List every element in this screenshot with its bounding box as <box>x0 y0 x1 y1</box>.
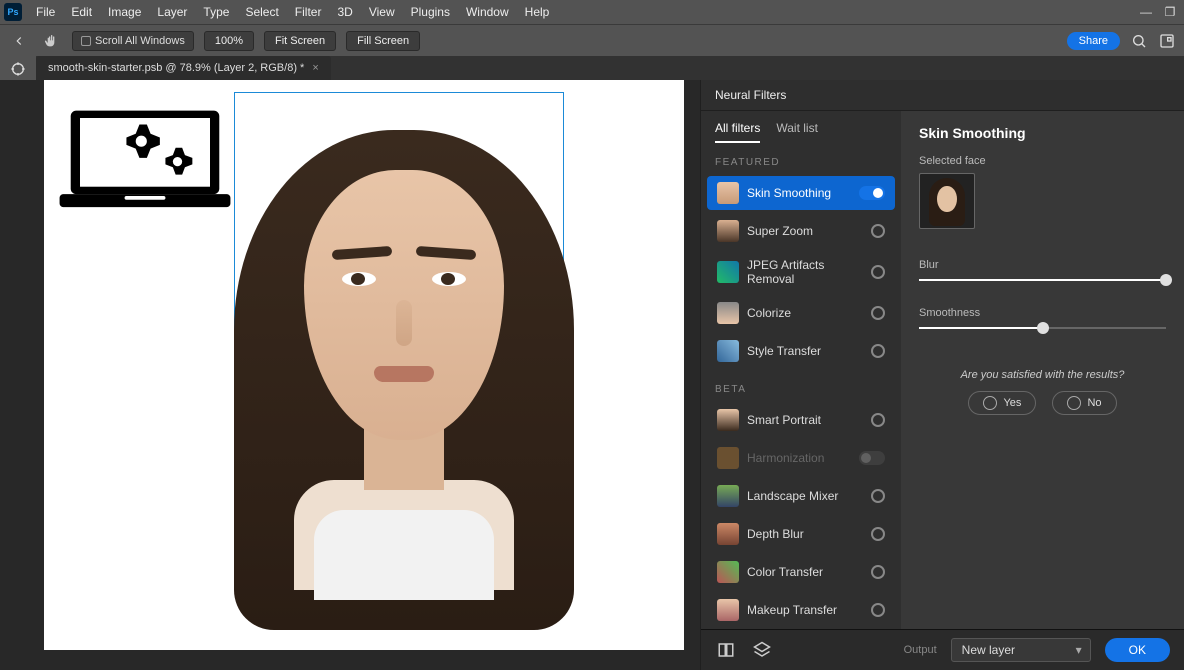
filter-harmonization[interactable]: Harmonization <box>707 441 895 475</box>
document-tab-bar: smooth-skin-starter.psb @ 78.9% (Layer 2… <box>0 56 1184 80</box>
scroll-all-windows-checkbox[interactable]: Scroll All Windows <box>72 31 194 51</box>
settings-title: Skin Smoothing <box>919 125 1166 141</box>
preview-toggle-icon[interactable] <box>715 639 737 661</box>
smoothness-label: Smoothness <box>919 307 1166 319</box>
filter-label: Landscape Mixer <box>747 489 863 503</box>
filter-label: Depth Blur <box>747 527 863 541</box>
filter-label: Colorize <box>747 306 863 320</box>
section-featured: FEATURED <box>701 143 901 174</box>
menu-filter[interactable]: Filter <box>287 5 330 19</box>
toggle-depth-blur[interactable] <box>871 527 885 541</box>
menu-image[interactable]: Image <box>100 5 149 19</box>
ok-button[interactable]: OK <box>1105 638 1170 662</box>
toggle-skin-smoothing[interactable] <box>859 186 885 200</box>
menu-layer[interactable]: Layer <box>149 5 195 19</box>
toggle-jpeg-artifacts[interactable] <box>871 265 885 279</box>
tab-wait-list[interactable]: Wait list <box>776 121 818 143</box>
fill-screen-button[interactable]: Fill Screen <box>346 31 420 51</box>
no-label: No <box>1087 397 1101 409</box>
menu-file[interactable]: File <box>28 5 63 19</box>
toggle-landscape-mixer[interactable] <box>871 489 885 503</box>
yes-label: Yes <box>1003 397 1021 409</box>
filter-makeup-transfer[interactable]: Makeup Transfer <box>707 593 895 627</box>
scroll-all-windows-label: Scroll All Windows <box>95 35 185 47</box>
filter-label: Harmonization <box>747 451 851 465</box>
share-button[interactable]: Share <box>1067 32 1120 50</box>
filter-skin-smoothing[interactable]: Skin Smoothing <box>707 176 895 210</box>
menu-type[interactable]: Type <box>195 5 237 19</box>
filter-color-transfer[interactable]: Color Transfer <box>707 555 895 589</box>
panel-title: Neural Filters <box>701 80 1184 111</box>
output-label: Output <box>904 644 937 656</box>
panel-bottom-bar: Output New layer OK <box>701 629 1184 670</box>
fit-screen-button[interactable]: Fit Screen <box>264 31 336 51</box>
options-bar: Scroll All Windows 100% Fit Screen Fill … <box>0 24 1184 56</box>
filter-smart-portrait[interactable]: Smart Portrait <box>707 403 895 437</box>
menu-window[interactable]: Window <box>458 5 517 19</box>
menu-bar: Ps File Edit Image Layer Type Select Fil… <box>0 0 1184 24</box>
menu-help[interactable]: Help <box>517 5 558 19</box>
filter-colorize[interactable]: Colorize <box>707 296 895 330</box>
filters-list: All filters Wait list FEATURED Skin Smoo… <box>701 111 901 629</box>
target-icon[interactable] <box>7 58 29 80</box>
feedback-question: Are you satisfied with the results? <box>919 369 1166 381</box>
menu-3d[interactable]: 3D <box>329 5 360 19</box>
toggle-harmonization[interactable] <box>859 451 885 465</box>
filter-label: Color Transfer <box>747 565 863 579</box>
filter-label: Style Transfer <box>747 344 863 358</box>
photoshop-icon: Ps <box>4 3 22 21</box>
restore-icon[interactable]: ❐ <box>1160 2 1180 22</box>
feedback-yes-button[interactable]: Yes <box>968 391 1036 415</box>
selected-face-thumbnail[interactable] <box>919 173 975 229</box>
feedback-no-button[interactable]: No <box>1052 391 1116 415</box>
workspace-icon[interactable] <box>1158 32 1176 50</box>
toggle-colorize[interactable] <box>871 306 885 320</box>
menu-plugins[interactable]: Plugins <box>403 5 458 19</box>
filter-label: Super Zoom <box>747 224 863 238</box>
filter-settings: Skin Smoothing Selected face Blur Smooth… <box>901 111 1184 629</box>
canvas-area[interactable] <box>0 80 700 670</box>
smoothness-slider[interactable] <box>919 327 1166 329</box>
output-dropdown[interactable]: New layer <box>951 638 1091 662</box>
filter-label: Makeup Transfer <box>747 603 863 617</box>
filter-super-zoom[interactable]: Super Zoom <box>707 214 895 248</box>
layers-icon[interactable] <box>751 639 773 661</box>
menu-view[interactable]: View <box>361 5 403 19</box>
selected-face-label: Selected face <box>919 155 1166 167</box>
neural-filters-panel: Neural Filters All filters Wait list FEA… <box>700 80 1184 670</box>
tab-all-filters[interactable]: All filters <box>715 121 760 143</box>
document-tab-title: smooth-skin-starter.psb @ 78.9% (Layer 2… <box>48 62 304 74</box>
blur-label: Blur <box>919 259 1166 271</box>
filter-landscape-mixer[interactable]: Landscape Mixer <box>707 479 895 513</box>
toggle-makeup-transfer[interactable] <box>871 603 885 617</box>
filter-label: JPEG Artifacts Removal <box>747 258 863 286</box>
filter-depth-blur[interactable]: Depth Blur <box>707 517 895 551</box>
section-beta: BETA <box>701 370 901 401</box>
watermark-logo <box>50 92 240 222</box>
toggle-super-zoom[interactable] <box>871 224 885 238</box>
menu-edit[interactable]: Edit <box>63 5 100 19</box>
frown-icon <box>1067 396 1081 410</box>
toggle-color-transfer[interactable] <box>871 565 885 579</box>
close-tab-icon[interactable]: × <box>312 62 318 74</box>
smile-icon <box>983 396 997 410</box>
hand-tool-icon[interactable] <box>40 30 62 52</box>
search-icon[interactable] <box>1130 32 1148 50</box>
portrait-illustration <box>214 90 594 650</box>
filter-label: Smart Portrait <box>747 413 863 427</box>
document-tab[interactable]: smooth-skin-starter.psb @ 78.9% (Layer 2… <box>36 56 331 80</box>
toggle-smart-portrait[interactable] <box>871 413 885 427</box>
minimize-icon[interactable]: — <box>1136 2 1156 22</box>
main-area: Neural Filters All filters Wait list FEA… <box>0 80 1184 670</box>
filter-style-transfer[interactable]: Style Transfer <box>707 334 895 368</box>
back-icon[interactable] <box>8 30 30 52</box>
zoom-level[interactable]: 100% <box>204 31 254 51</box>
toggle-style-transfer[interactable] <box>871 344 885 358</box>
filter-jpeg-artifacts[interactable]: JPEG Artifacts Removal <box>707 252 895 292</box>
blur-slider[interactable] <box>919 279 1166 281</box>
filter-label: Skin Smoothing <box>747 186 851 200</box>
menu-select[interactable]: Select <box>237 5 286 19</box>
document-canvas[interactable] <box>44 80 684 650</box>
